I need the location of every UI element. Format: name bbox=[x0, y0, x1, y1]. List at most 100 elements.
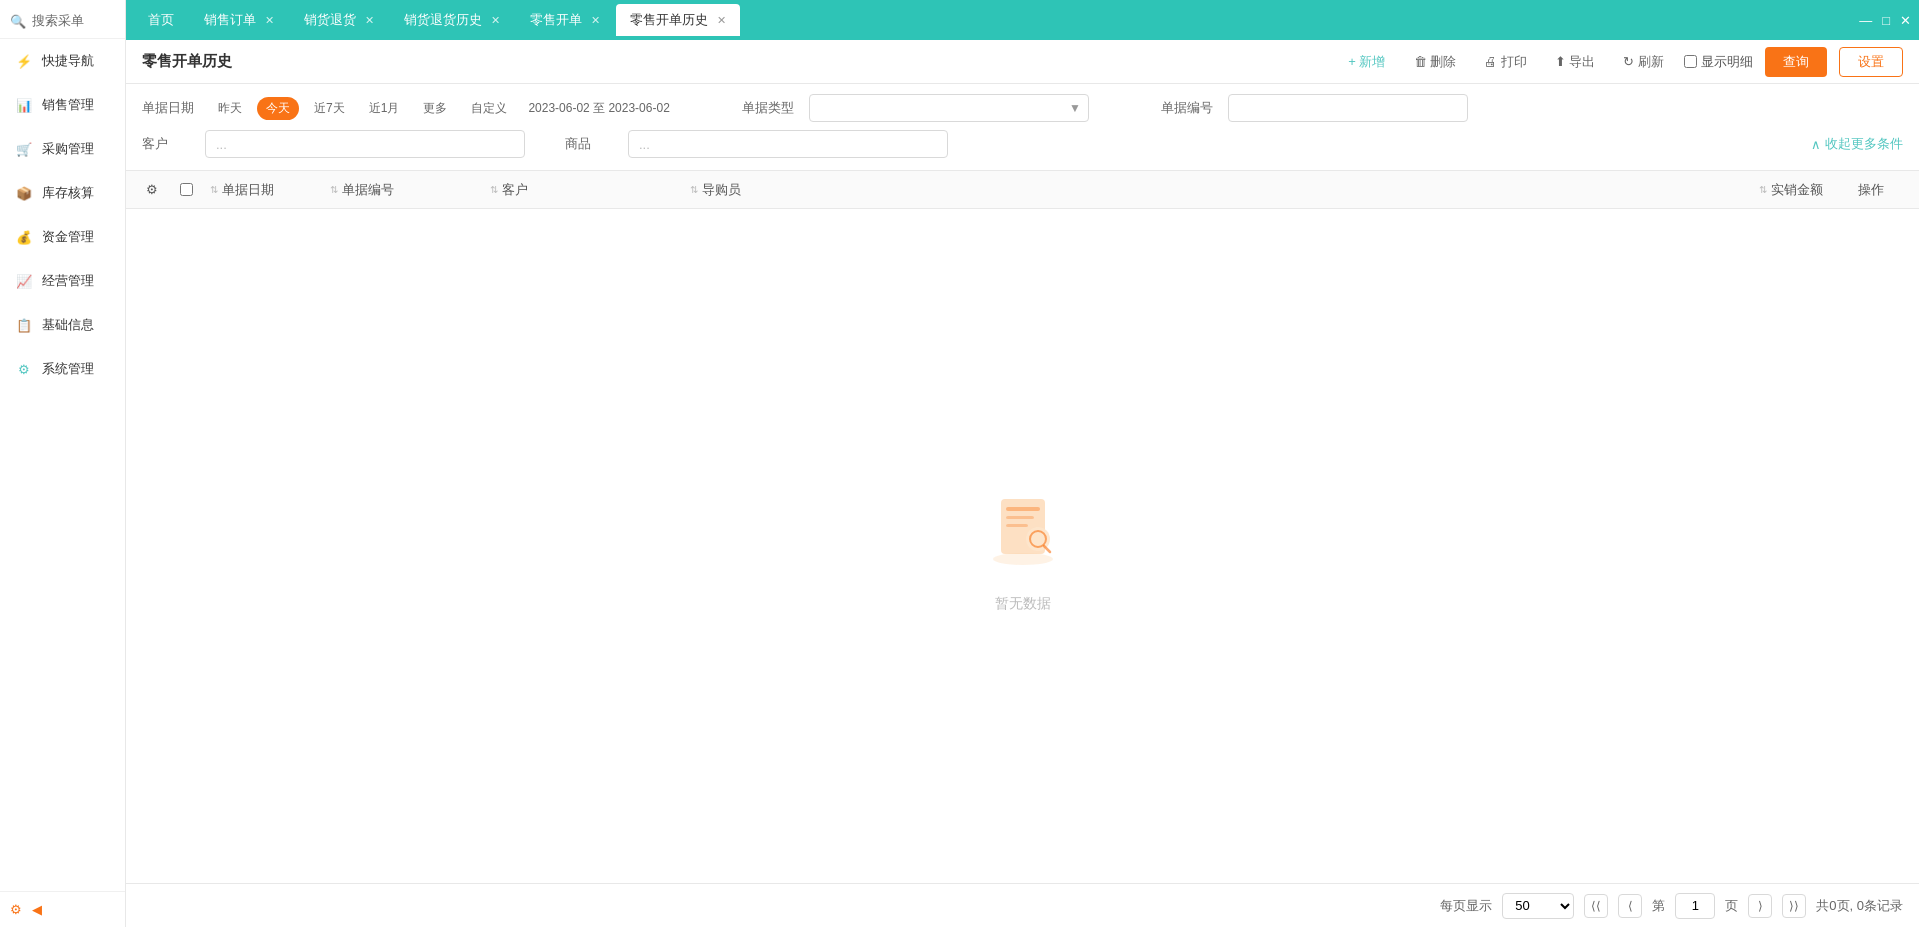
last7-btn[interactable]: 近7天 bbox=[305, 97, 354, 120]
tab-retail-open-hist-label: 零售开单历史 bbox=[630, 11, 708, 29]
refresh-button[interactable]: ↻ ↻ 刷新刷新 bbox=[1615, 49, 1672, 75]
th-num[interactable]: ⇅ 单据编号 bbox=[322, 181, 482, 199]
sidebar-item-ops-mgmt[interactable]: 📈 经营管理 bbox=[0, 259, 125, 303]
sidebar-item-label: 销售管理 bbox=[42, 96, 94, 114]
show-detail-checkbox[interactable] bbox=[1684, 55, 1697, 68]
sidebar-item-finance-mgmt[interactable]: 💰 资金管理 bbox=[0, 215, 125, 259]
bill-num-label: 单据编号 bbox=[1161, 99, 1216, 117]
tab-home[interactable]: 首页 bbox=[134, 4, 188, 36]
collapse-label: 收起更多条件 bbox=[1825, 135, 1903, 153]
customer-label: 客户 bbox=[142, 135, 197, 153]
sort-guide-icon: ⇅ bbox=[690, 184, 698, 195]
window-close-icon[interactable]: ✕ bbox=[1900, 13, 1911, 28]
th-amount[interactable]: ⇅ 实销金额 bbox=[1731, 181, 1831, 199]
more-btn[interactable]: 更多 bbox=[414, 97, 456, 120]
first-page-btn[interactable]: ⟨⟨ bbox=[1584, 894, 1608, 918]
settings-icon[interactable]: ⚙ bbox=[10, 902, 22, 917]
sidebar-item-label: 快捷导航 bbox=[42, 52, 94, 70]
table-header: ⚙ ⇅ 单据日期 ⇅ 单据编号 ⇅ 客户 ⇅ 导购员 ⇅ bbox=[126, 171, 1919, 209]
th-settings[interactable]: ⚙ bbox=[134, 182, 170, 197]
filter-row-1: 单据日期 昨天 今天 近7天 近1月 更多 自定义 2023-06-02 至 2… bbox=[142, 94, 1903, 122]
page-title: 零售开单历史 bbox=[142, 52, 232, 71]
bill-type-label: 单据类型 bbox=[742, 99, 797, 117]
tab-sales-return-hist-close[interactable]: ✕ bbox=[491, 14, 500, 27]
print-button[interactable]: 🖨 打印 bbox=[1476, 49, 1535, 75]
svg-rect-3 bbox=[1006, 516, 1034, 519]
tab-retail-open[interactable]: 零售开单 ✕ bbox=[516, 4, 614, 36]
tab-retail-open-hist[interactable]: 零售开单历史 ✕ bbox=[616, 4, 740, 36]
page-num-input[interactable]: 1 bbox=[1675, 893, 1715, 919]
customer-select[interactable]: ... bbox=[205, 130, 525, 158]
yesterday-btn[interactable]: 昨天 bbox=[209, 97, 251, 120]
setting-button[interactable]: 设置 bbox=[1839, 47, 1903, 77]
export-button[interactable]: ⬆ ⬆ 导出导出 bbox=[1547, 49, 1604, 75]
tab-sales-order-label: 销售订单 bbox=[204, 11, 256, 29]
sidebar-item-sys-mgmt[interactable]: ⚙ 系统管理 bbox=[0, 347, 125, 391]
bill-type-select-wrapper: ▼ bbox=[809, 94, 1089, 122]
query-button[interactable]: 查询 bbox=[1765, 47, 1827, 77]
sidebar-item-base-info[interactable]: 📋 基础信息 bbox=[0, 303, 125, 347]
date-range-text: 2023-06-02 至 2023-06-02 bbox=[528, 100, 669, 117]
tab-sales-return-hist[interactable]: 销货退货历史 ✕ bbox=[390, 4, 514, 36]
svg-rect-2 bbox=[1006, 507, 1040, 511]
add-button[interactable]: + 新增 bbox=[1340, 49, 1393, 75]
tab-sales-return-label: 销货退货 bbox=[304, 11, 356, 29]
window-minimize-icon[interactable]: — bbox=[1859, 13, 1872, 28]
tabbar-right: — □ ✕ bbox=[1859, 13, 1911, 28]
th-guide[interactable]: ⇅ 导购员 bbox=[682, 181, 802, 199]
delete-button[interactable]: 🗑 删除 bbox=[1406, 49, 1465, 75]
prev-page-btn[interactable]: ⟨ bbox=[1618, 894, 1642, 918]
sidebar-search[interactable]: 🔍 搜索采单 bbox=[0, 0, 125, 39]
sidebar-item-sales-mgmt[interactable]: 📊 销售管理 bbox=[0, 83, 125, 127]
th-date[interactable]: ⇅ 单据日期 bbox=[202, 181, 322, 199]
collapse-filter-btn[interactable]: ∧ 收起更多条件 bbox=[1811, 135, 1903, 153]
svg-rect-4 bbox=[1006, 524, 1028, 527]
sidebar-item-stock-mgmt[interactable]: 📦 库存核算 bbox=[0, 171, 125, 215]
page-label-after: 页 bbox=[1725, 897, 1738, 915]
per-page-label: 每页显示 bbox=[1440, 897, 1492, 915]
filter-area: 单据日期 昨天 今天 近7天 近1月 更多 自定义 2023-06-02 至 2… bbox=[126, 84, 1919, 171]
sort-amount-icon: ⇅ bbox=[1759, 184, 1767, 195]
page-size-select[interactable]: 50 100 200 bbox=[1502, 893, 1574, 919]
tab-home-label: 首页 bbox=[148, 11, 174, 29]
collapse-sidebar-icon[interactable]: ◀ bbox=[32, 902, 42, 917]
filter-row-2: 客户 ... 商品 ... ∧ 收起更多条件 bbox=[142, 130, 1903, 158]
tab-sales-order[interactable]: 销售订单 ✕ bbox=[190, 4, 288, 36]
custom-btn[interactable]: 自定义 bbox=[462, 97, 516, 120]
sidebar-item-quick-nav[interactable]: ⚡ 快捷导航 bbox=[0, 39, 125, 83]
sidebar-item-purchase-mgmt[interactable]: 🛒 采购管理 bbox=[0, 127, 125, 171]
bill-type-select[interactable]: ▼ bbox=[809, 94, 1089, 122]
tab-sales-return[interactable]: 销货退货 ✕ bbox=[290, 4, 388, 36]
ops-mgmt-icon: 📈 bbox=[14, 271, 34, 291]
tabbar: 首页 销售订单 ✕ 销货退货 ✕ 销货退货历史 ✕ 零售开单 ✕ 零售开单历史 … bbox=[126, 0, 1919, 40]
next-page-btn[interactable]: ⟩ bbox=[1748, 894, 1772, 918]
main-content: 首页 销售订单 ✕ 销货退货 ✕ 销货退货历史 ✕ 零售开单 ✕ 零售开单历史 … bbox=[126, 0, 1919, 927]
tab-sales-order-close[interactable]: ✕ bbox=[265, 14, 274, 27]
sidebar-item-label: 资金管理 bbox=[42, 228, 94, 246]
bill-type-dropdown-icon: ▼ bbox=[1069, 101, 1081, 115]
select-all-checkbox[interactable] bbox=[180, 183, 193, 196]
tab-retail-open-close[interactable]: ✕ bbox=[591, 14, 600, 27]
customer-select-wrapper: ... bbox=[205, 130, 525, 158]
today-btn[interactable]: 今天 bbox=[257, 97, 299, 120]
goods-select[interactable]: ... bbox=[628, 130, 948, 158]
sales-mgmt-icon: 📊 bbox=[14, 95, 34, 115]
date-quick-btns: 昨天 今天 近7天 近1月 更多 自定义 bbox=[209, 97, 516, 120]
tab-retail-open-hist-close[interactable]: ✕ bbox=[717, 14, 726, 27]
last-month-btn[interactable]: 近1月 bbox=[360, 97, 409, 120]
toolbar-actions: + 新增 🗑 删除 🖨 打印 ⬆ ⬆ 导出导出 ↻ ↻ 刷新刷新 显示明细 查询… bbox=[1340, 47, 1903, 77]
sidebar-item-label: 经营管理 bbox=[42, 272, 94, 290]
empty-area: 暂无数据 bbox=[126, 209, 1919, 883]
sort-customer-icon: ⇅ bbox=[490, 184, 498, 195]
quick-nav-icon: ⚡ bbox=[14, 51, 34, 71]
sidebar-item-label: 基础信息 bbox=[42, 316, 94, 334]
date-filter-label: 单据日期 bbox=[142, 99, 197, 117]
sidebar: 🔍 搜索采单 ⚡ 快捷导航 📊 销售管理 🛒 采购管理 📦 库存核算 💰 资金管… bbox=[0, 0, 126, 927]
sidebar-item-label: 库存核算 bbox=[42, 184, 94, 202]
th-customer[interactable]: ⇅ 客户 bbox=[482, 181, 682, 199]
tab-sales-return-close[interactable]: ✕ bbox=[365, 14, 374, 27]
bill-num-input[interactable] bbox=[1228, 94, 1468, 122]
sidebar-search-label: 搜索采单 bbox=[32, 12, 84, 30]
window-maximize-icon[interactable]: □ bbox=[1882, 13, 1890, 28]
last-page-btn[interactable]: ⟩⟩ bbox=[1782, 894, 1806, 918]
